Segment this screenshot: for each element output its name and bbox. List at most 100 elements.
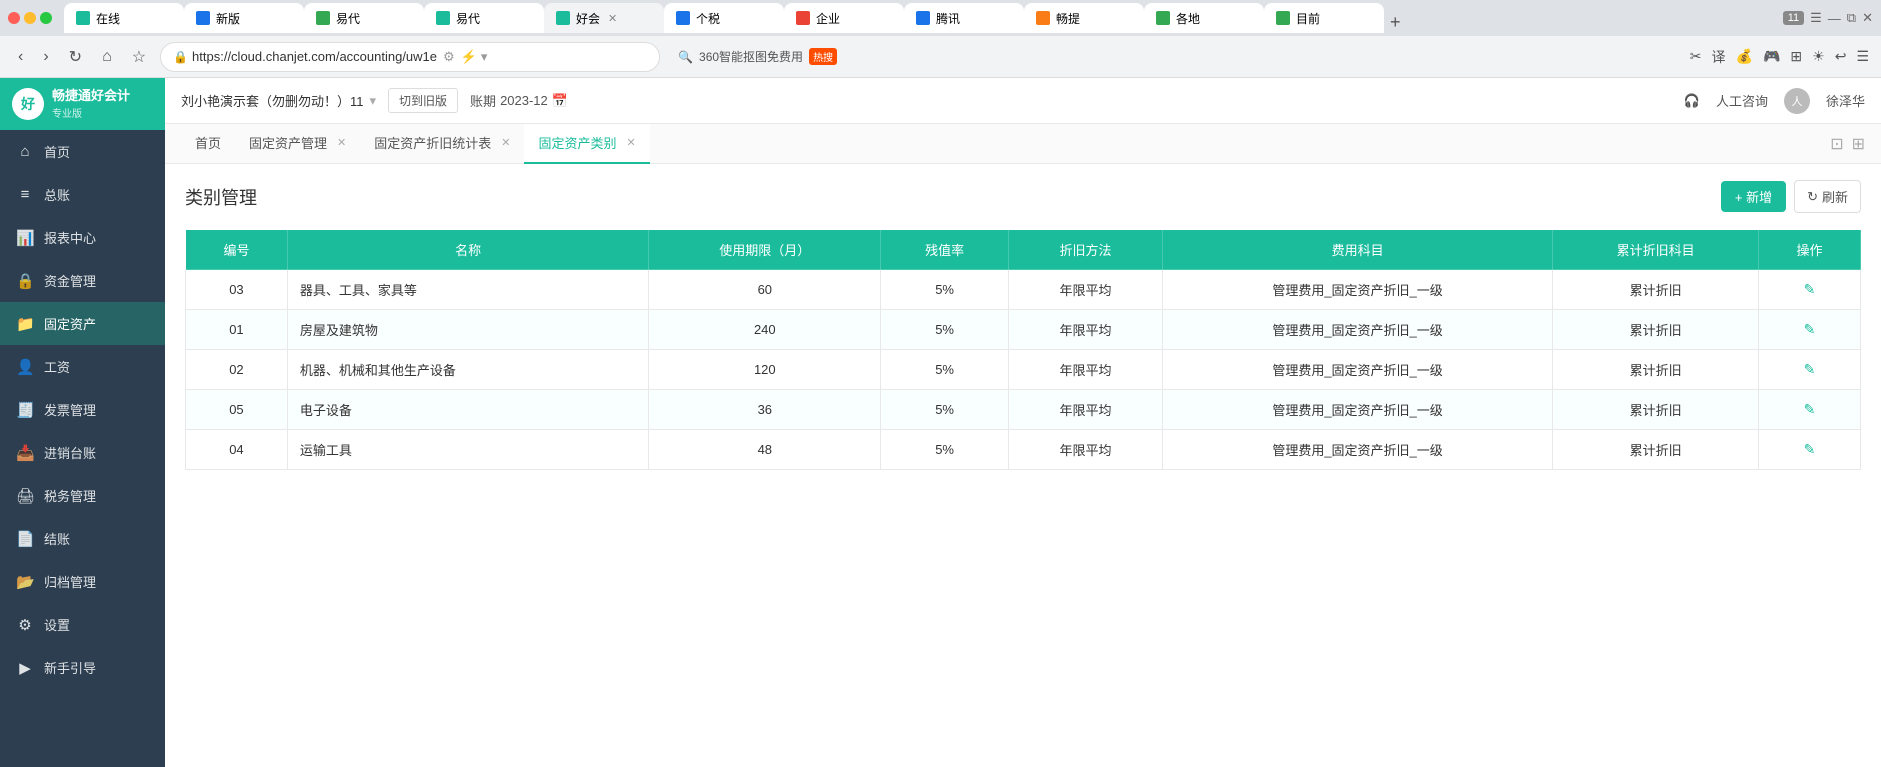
browser-tab-9[interactable]: 畅提	[1024, 3, 1144, 33]
cell-accumulated-2: 累计折旧	[1553, 350, 1759, 390]
sidebar-item-archive[interactable]: 📂 归档管理	[0, 560, 165, 603]
tab-depreciation-table[interactable]: 固定资产折旧统计表 ✕	[360, 124, 524, 164]
browser-tab-7[interactable]: 企业	[784, 3, 904, 33]
hot-tag: 热搜	[809, 48, 837, 65]
cell-expense-2: 管理费用_固定资产折旧_一级	[1162, 350, 1552, 390]
sidebar-label-guide: 新手引导	[44, 658, 96, 677]
tab-fixed-mgmt[interactable]: 固定资产管理 ✕	[235, 124, 360, 164]
browser-tab-5[interactable]: 好会 ✕	[544, 3, 664, 33]
sidebar-item-fund[interactable]: 🔒 资金管理	[0, 259, 165, 302]
browser-toolbar: ‹ › ↻ ⌂ ☆ 🔒 https://cloud.chanjet.com/ac…	[0, 36, 1881, 78]
window-minimize-icon[interactable]: —	[1828, 11, 1841, 26]
sidebar-item-stock[interactable]: 📥 进销台账	[0, 431, 165, 474]
tab-category[interactable]: 固定资产类别 ✕	[524, 124, 649, 164]
add-button[interactable]: + 新增	[1721, 181, 1786, 212]
switch-version-button[interactable]: 切到旧版	[388, 88, 458, 113]
browser-tab-11[interactable]: 目前	[1264, 3, 1384, 33]
search-bar[interactable]: 🔍 360智能抠图免费用 热搜	[668, 42, 1682, 72]
sidebar-item-ledger[interactable]: ≡ 总账	[0, 173, 165, 216]
tab-category-close[interactable]: ✕	[627, 136, 636, 149]
window-controls[interactable]	[8, 12, 52, 24]
cell-action-4[interactable]: ✎	[1759, 430, 1861, 470]
edit-button-0[interactable]: ✎	[1804, 281, 1816, 298]
edit-button-2[interactable]: ✎	[1804, 361, 1816, 378]
cell-method-0: 年限平均	[1009, 270, 1163, 310]
site-info-icon[interactable]: ⚙	[443, 49, 455, 65]
browser-tab-2[interactable]: 新版	[184, 3, 304, 33]
tab-label-9: 畅提	[1056, 10, 1080, 27]
browser-tab-8[interactable]: 腾讯	[904, 3, 1024, 33]
page-content: 类别管理 + 新增 ↻ 刷新 编号 名称 使用期限（月	[165, 164, 1881, 767]
sidebar-item-tax[interactable]: 🖨 税务管理	[0, 474, 165, 517]
undo-icon[interactable]: ↩	[1835, 48, 1847, 65]
calendar-icon[interactable]: 📅	[552, 93, 568, 109]
browser-tab-4[interactable]: 易代	[424, 3, 544, 33]
sidebar-item-salary[interactable]: 👤 工资	[0, 345, 165, 388]
cell-residual-3: 5%	[881, 390, 1009, 430]
scissors-icon[interactable]: ✂	[1690, 48, 1702, 65]
back-button[interactable]: ‹	[12, 44, 29, 70]
bookmark-button[interactable]: ☆	[126, 43, 152, 71]
cell-accumulated-3: 累计折旧	[1553, 390, 1759, 430]
ledger-icon: ≡	[16, 186, 34, 203]
dropdown-arrow[interactable]: ▾	[370, 93, 377, 109]
reload-button[interactable]: ↻	[63, 43, 88, 71]
sidebar-item-guide[interactable]: ▶ 新手引导	[0, 646, 165, 689]
game-icon[interactable]: 🎮	[1763, 48, 1780, 65]
cell-accumulated-4: 累计折旧	[1553, 430, 1759, 470]
dropdown-icon[interactable]: ▾	[481, 49, 488, 65]
tab-fixed-mgmt-close[interactable]: ✕	[337, 136, 346, 149]
refresh-label: 刷新	[1822, 187, 1848, 206]
tax-icon: 🖨	[16, 487, 34, 505]
tab-depreciation-close[interactable]: ✕	[501, 136, 510, 149]
sidebar-item-settings[interactable]: ⚙ 设置	[0, 603, 165, 646]
tab-home[interactable]: 首页	[181, 124, 235, 164]
browser-tab-1[interactable]: 在线	[64, 3, 184, 33]
cell-number-1: 01	[186, 310, 288, 350]
content-tab-nav: 首页 固定资产管理 ✕ 固定资产折旧统计表 ✕ 固定资产类别 ✕ ⊡ ⊞	[165, 124, 1881, 164]
cell-action-0[interactable]: ✎	[1759, 270, 1861, 310]
address-bar[interactable]: 🔒 https://cloud.chanjet.com/accounting/u…	[160, 42, 660, 72]
grid-icon[interactable]: ⊞	[1790, 48, 1802, 65]
sidebar-item-invoice[interactable]: 🧾 发票管理	[0, 388, 165, 431]
window-close-icon[interactable]: ✕	[1862, 10, 1873, 26]
tab-collapse-button[interactable]: ⊡	[1830, 134, 1843, 154]
edit-button-3[interactable]: ✎	[1804, 401, 1816, 418]
table-row: 04 运输工具 48 5% 年限平均 管理费用_固定资产折旧_一级 累计折旧 ✎	[186, 430, 1861, 470]
home-button[interactable]: ⌂	[96, 44, 118, 70]
window-menu-icon[interactable]: ☰	[1810, 10, 1822, 26]
window-maximize-button[interactable]	[40, 12, 52, 24]
sidebar-item-checkout[interactable]: 📄 结账	[0, 517, 165, 560]
forward-button[interactable]: ›	[37, 44, 54, 70]
tab-expand-button[interactable]: ⊞	[1852, 134, 1865, 154]
expand-icon[interactable]: ⚡	[461, 49, 477, 65]
table-row: 01 房屋及建筑物 240 5% 年限平均 管理费用_固定资产折旧_一级 累计折…	[186, 310, 1861, 350]
service-label[interactable]: 人工咨询	[1716, 91, 1768, 110]
tab-label-5: 好会	[576, 10, 600, 27]
sidebar-item-home[interactable]: ⌂ 首页	[0, 130, 165, 173]
wallet-icon[interactable]: 💰	[1736, 48, 1753, 65]
window-minimize-button[interactable]	[24, 12, 36, 24]
tab-favicon-11	[1276, 11, 1290, 25]
sidebar-item-fixed-assets[interactable]: 📁 固定资产	[0, 302, 165, 345]
browser-tab-10[interactable]: 各地	[1144, 3, 1264, 33]
menu-icon[interactable]: ☰	[1856, 48, 1869, 65]
cell-action-1[interactable]: ✎	[1759, 310, 1861, 350]
browser-tab-6[interactable]: 个税	[664, 3, 784, 33]
translate-icon[interactable]: 译	[1712, 47, 1726, 67]
window-close-button[interactable]	[8, 12, 20, 24]
cell-action-3[interactable]: ✎	[1759, 390, 1861, 430]
browser-tab-3[interactable]: 易代	[304, 3, 424, 33]
cell-period-0: 60	[649, 270, 881, 310]
brightness-icon[interactable]: ☀	[1812, 48, 1825, 65]
new-tab-button[interactable]: +	[1384, 12, 1407, 33]
table-row: 03 器具、工具、家具等 60 5% 年限平均 管理费用_固定资产折旧_一级 累…	[186, 270, 1861, 310]
window-restore-icon[interactable]: ⧉	[1847, 10, 1856, 26]
edit-button-4[interactable]: ✎	[1804, 441, 1816, 458]
edit-button-1[interactable]: ✎	[1804, 321, 1816, 338]
browser-tab-5-close[interactable]: ✕	[606, 12, 619, 25]
sidebar-item-report[interactable]: 📊 报表中心	[0, 216, 165, 259]
refresh-button[interactable]: ↻ 刷新	[1794, 180, 1861, 213]
tab-favicon-8	[916, 11, 930, 25]
cell-action-2[interactable]: ✎	[1759, 350, 1861, 390]
